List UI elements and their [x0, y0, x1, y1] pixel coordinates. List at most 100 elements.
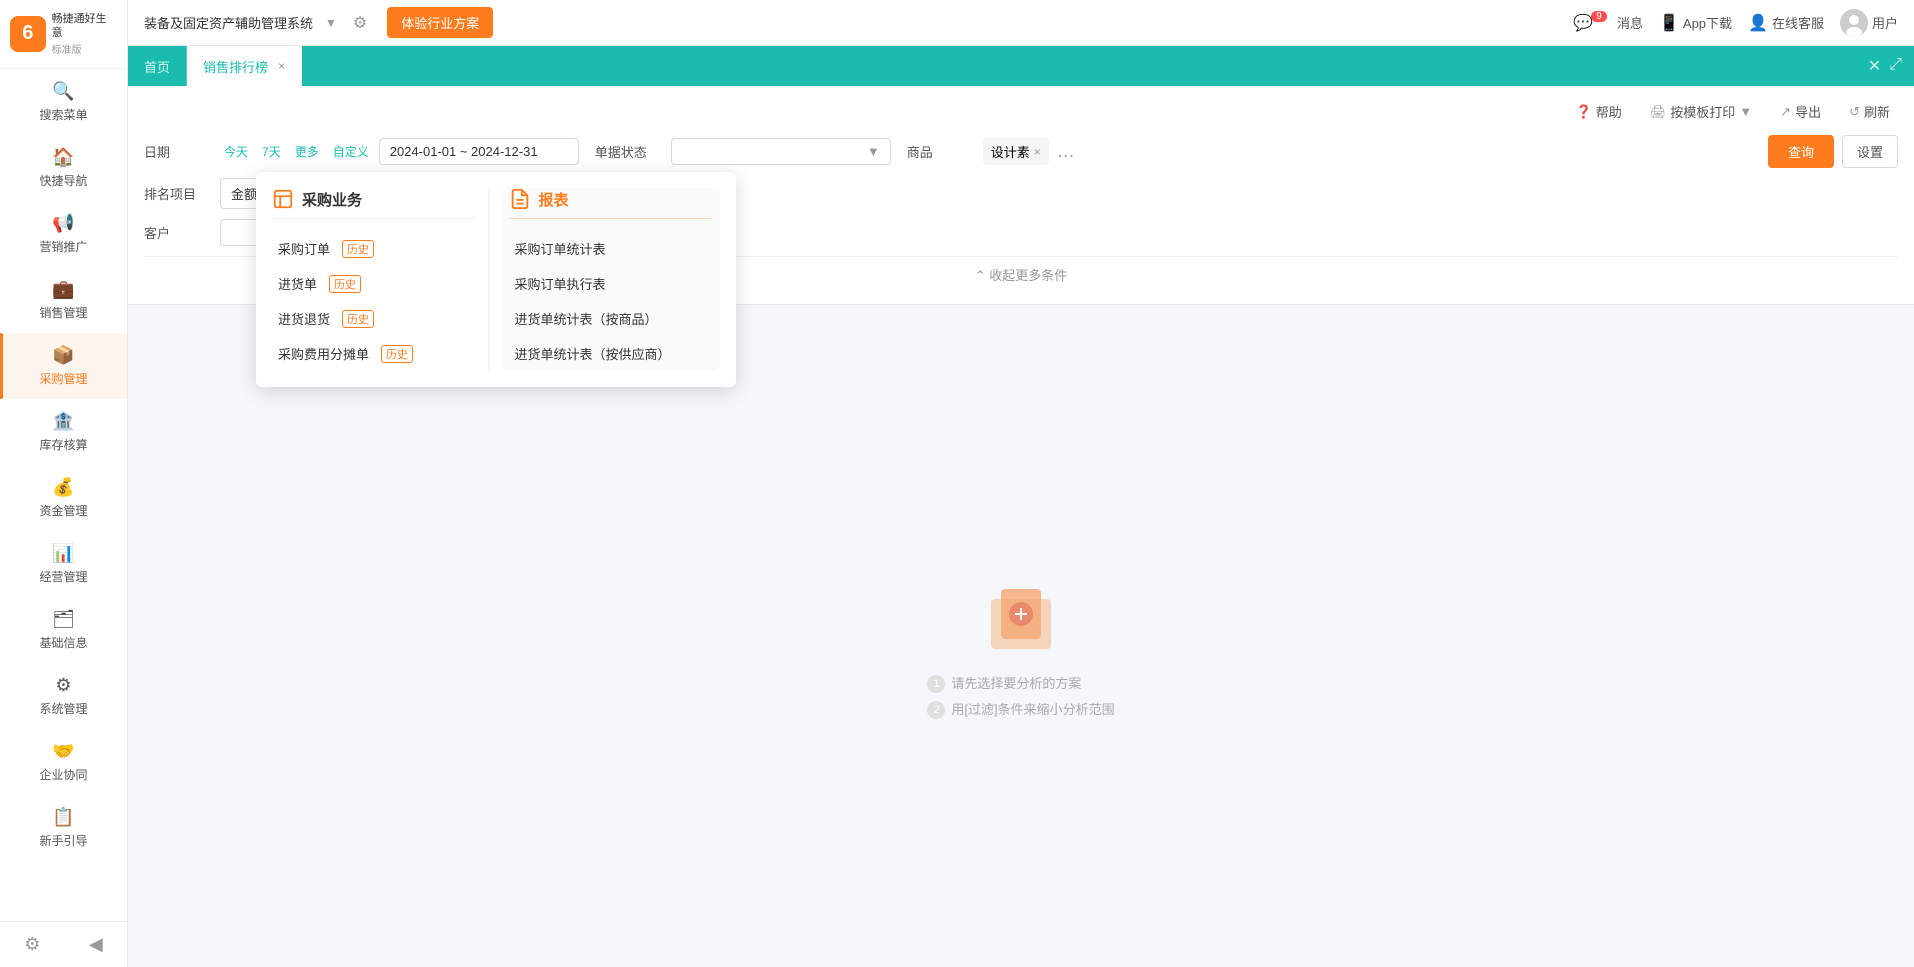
settings-button[interactable]: 设置	[1842, 135, 1898, 168]
logo: 6 畅捷通好生意 标准版	[0, 0, 127, 69]
title-dropdown-arrow[interactable]: ▼	[325, 16, 337, 30]
customer-label: 客户	[144, 223, 204, 242]
home-icon: 🏠	[52, 147, 74, 168]
tab-close-window-icon[interactable]: ✕	[1868, 56, 1881, 76]
refresh-label: 刷新	[1864, 102, 1890, 121]
menu-item-goods-receipt[interactable]: 进货单 历史	[272, 266, 476, 301]
status-label: 单据状态	[595, 142, 655, 161]
message-label: 消息	[1617, 13, 1643, 32]
sidebar-item-cooperation[interactable]: 🤝 企业协同	[0, 729, 127, 795]
date-shortcut-today[interactable]: 今天	[220, 141, 252, 162]
industry-plan-button[interactable]: 体验行业方案	[387, 7, 493, 38]
topbar-settings-icon[interactable]: ⚙	[353, 13, 367, 33]
sidebar-label-marketing: 营销推广	[39, 238, 87, 255]
basic-icon: 🗂	[52, 609, 75, 630]
purchase-order-exec-label: 采购订单执行表	[515, 274, 606, 293]
sidebar-item-marketing[interactable]: 📢 营销推广	[0, 201, 127, 267]
goods-receipt-history-badge: 历史	[329, 275, 361, 293]
menu-item-purchase-order[interactable]: 采购订单 历史	[272, 231, 476, 266]
topbar-right: 💬 9 消息 📱 App下载 👤 在线客服 用户	[1573, 9, 1898, 37]
tab-close-icon[interactable]: ×	[278, 59, 285, 73]
logo-name: 畅捷通好生意	[52, 12, 117, 41]
menu-item-goods-return[interactable]: 进货退货 历史	[272, 301, 476, 336]
logo-sub: 标准版	[52, 41, 117, 56]
product-label: 商品	[907, 142, 967, 161]
online-service-item[interactable]: 👤 在线客服	[1748, 13, 1824, 33]
date-shortcut-more[interactable]: 更多	[291, 141, 323, 162]
sidebar: 6 畅捷通好生意 标准版 🔍 搜索菜单 🏠 快捷导航 📢 营销推广 💼 销售管理…	[0, 0, 128, 967]
content-area: ❓ 帮助 🖨 按模板打印 ▼ ↗ 导出 ↺ 刷新 日	[128, 86, 1914, 967]
print-label: 按模板打印	[1670, 102, 1735, 121]
inventory-icon: 🏦	[52, 411, 74, 432]
step-2-num: 2	[927, 701, 945, 719]
sidebar-item-quick-nav[interactable]: 🏠 快捷导航	[0, 135, 127, 201]
help-label: 帮助	[1596, 102, 1622, 121]
marketing-icon: 📢	[52, 213, 74, 234]
sidebar-item-purchase[interactable]: 📦 采购管理	[0, 333, 127, 399]
date-range-input[interactable]	[379, 138, 579, 165]
menu-item-purchase-order-exec[interactable]: 采购订单执行表	[509, 266, 713, 301]
menu-item-purchase-fee[interactable]: 采购费用分摊单 历史	[272, 336, 476, 371]
tab-expand-icon[interactable]: ⤢	[1889, 56, 1902, 76]
product-more-dots[interactable]: …	[1057, 141, 1075, 162]
filter-row-1: 日期 今天 7天 更多 自定义 单据状态 ▼ 商品 设计素	[144, 135, 1898, 168]
logo-text-block: 畅捷通好生意 标准版	[52, 12, 117, 56]
settings-bottom-icon[interactable]: ⚙	[24, 934, 40, 955]
sidebar-item-sales[interactable]: 💼 销售管理	[0, 267, 127, 333]
report-menu-section: 报表 采购订单统计表 采购订单执行表 进货单统计表（按商品） 进货单统计表（按供…	[501, 188, 721, 371]
date-label: 日期	[144, 142, 204, 161]
export-icon: ↗	[1780, 104, 1791, 120]
sidebar-label-guide: 新手引导	[39, 832, 87, 849]
query-button[interactable]: 查询	[1768, 135, 1834, 168]
export-button[interactable]: ↗ 导出	[1772, 98, 1829, 125]
logo-icon: 6	[10, 16, 46, 52]
sidebar-item-basic[interactable]: 🗂 基础信息	[0, 597, 127, 663]
sidebar-bottom: ⚙ ◀	[0, 921, 127, 967]
sidebar-item-guide[interactable]: 📋 新手引导	[0, 795, 127, 861]
help-icon: ❓	[1576, 104, 1592, 120]
refresh-button[interactable]: ↺ 刷新	[1841, 98, 1898, 125]
tab-sales-ranking-label: 销售排行榜	[203, 57, 268, 76]
sidebar-item-operations[interactable]: 📊 经营管理	[0, 531, 127, 597]
sidebar-item-finance[interactable]: 💰 资金管理	[0, 465, 127, 531]
product-tag-value: 设计素	[991, 142, 1030, 161]
sidebar-nav: 🔍 搜索菜单 🏠 快捷导航 📢 营销推广 💼 销售管理 📦 采购管理 🏦 库存核…	[0, 69, 127, 921]
report-section-icon	[509, 188, 531, 210]
tab-actions: ✕ ⤢	[1856, 56, 1914, 76]
system-title: 装备及固定资产辅助管理系统	[144, 13, 313, 32]
menu-item-goods-stats-product[interactable]: 进货单统计表（按商品）	[509, 301, 713, 336]
ranking-label: 排名项目	[144, 184, 204, 203]
purchase-order-stats-label: 采购订单统计表	[515, 239, 606, 258]
status-select[interactable]: ▼	[671, 138, 891, 165]
tabbar: 首页 销售排行榜 × ✕ ⤢	[128, 46, 1914, 86]
empty-illustration	[971, 569, 1071, 659]
menu-item-purchase-order-stats[interactable]: 采购订单统计表	[509, 231, 713, 266]
print-button[interactable]: 🖨 按模板打印 ▼	[1642, 98, 1760, 125]
sidebar-item-search[interactable]: 🔍 搜索菜单	[0, 69, 127, 135]
date-range-container: 今天 7天 更多 自定义	[220, 138, 579, 165]
refresh-icon: ↺	[1849, 104, 1860, 120]
sidebar-item-inventory[interactable]: 🏦 库存核算	[0, 399, 127, 465]
tab-home-label: 首页	[144, 57, 170, 76]
help-button[interactable]: ❓ 帮助	[1568, 98, 1630, 125]
purchase-order-label: 采购订单	[278, 239, 330, 258]
collapse-sidebar-icon[interactable]: ◀	[89, 934, 103, 955]
date-shortcut-custom[interactable]: 自定义	[329, 141, 373, 162]
product-tag-close-icon[interactable]: ×	[1034, 145, 1041, 159]
app-download-label: App下载	[1683, 13, 1732, 32]
dropdown-menu: 采购业务 采购订单 历史 进货单 历史 进货退货 历史 采购费用分摊单 历史	[256, 172, 736, 387]
tab-home[interactable]: 首页	[128, 46, 187, 86]
sales-icon: 💼	[52, 279, 74, 300]
app-download-item[interactable]: 📱 App下载	[1659, 13, 1732, 33]
goods-stats-product-label: 进货单统计表（按商品）	[515, 309, 658, 328]
goods-return-history-badge: 历史	[342, 310, 374, 328]
user-item[interactable]: 用户	[1840, 9, 1898, 37]
sidebar-label-inventory: 库存核算	[39, 436, 87, 453]
date-shortcut-7days[interactable]: 7天	[258, 141, 285, 162]
sidebar-item-system[interactable]: ⚙ 系统管理	[0, 663, 127, 729]
tab-sales-ranking[interactable]: 销售排行榜 ×	[187, 46, 302, 86]
menu-item-goods-stats-supplier[interactable]: 进货单统计表（按供应商）	[509, 336, 713, 371]
main: 装备及固定资产辅助管理系统 ▼ ⚙ 体验行业方案 💬 9 消息 📱 App下载 …	[128, 0, 1914, 967]
finance-icon: 💰	[52, 477, 74, 498]
messages-item[interactable]: 💬 9 消息	[1573, 13, 1643, 33]
